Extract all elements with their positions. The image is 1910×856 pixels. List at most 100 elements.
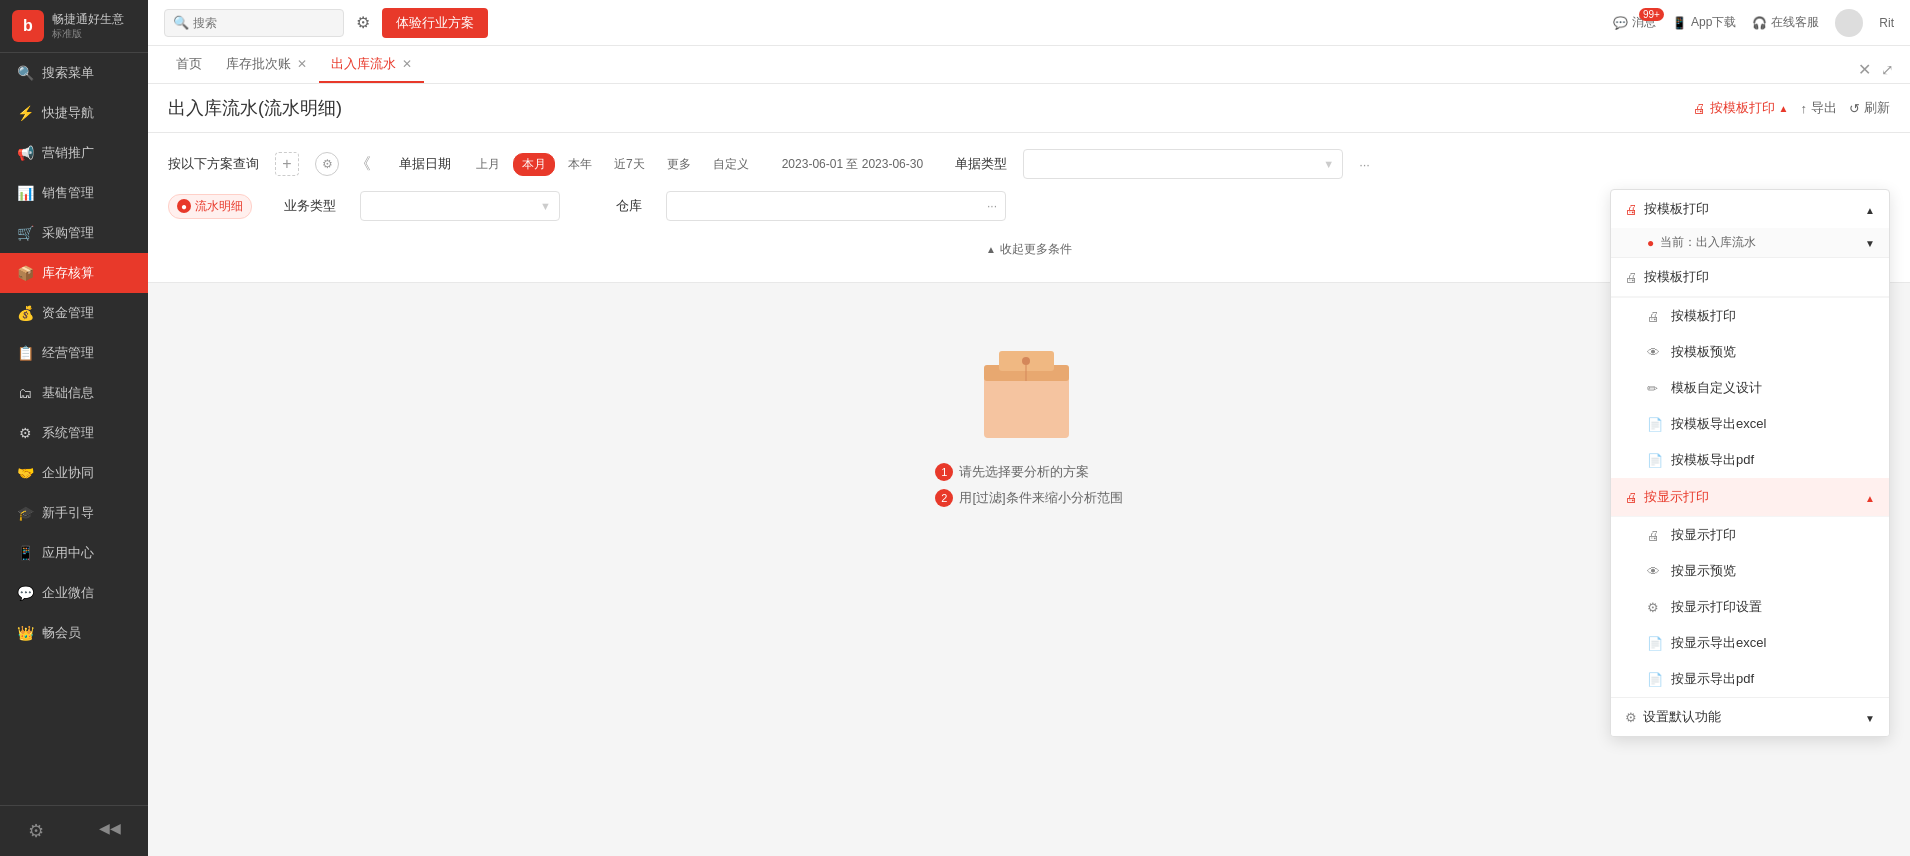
sidebar-item-sales[interactable]: 📊 销售管理: [0, 173, 148, 213]
warehouse-select[interactable]: ···: [666, 191, 1006, 221]
item-print-icon: 🖨: [1647, 309, 1663, 324]
refresh-icon: ↺: [1849, 101, 1860, 116]
message-btn[interactable]: 💬 消息 99+: [1613, 14, 1656, 31]
sidebar-item-system[interactable]: ⚙ 系统管理: [0, 413, 148, 453]
biz-type-chevron: ▼: [540, 200, 551, 212]
template-section-header[interactable]: 🖨 按模板打印: [1611, 258, 1889, 297]
tab-bar: 首页 库存批次账 ✕ 出入库流水 ✕ ✕ ⤢: [148, 46, 1910, 84]
default-section-header[interactable]: ⚙ 设置默认功能: [1611, 697, 1889, 736]
topbar-right: 💬 消息 99+ 📱 App下载 🎧 在线客服 Rit: [1613, 9, 1894, 37]
dropdown-item-template-excel[interactable]: 📄 按模板导出excel: [1611, 406, 1889, 442]
gear-icon: ⚙: [16, 425, 34, 441]
date-btn-last-month[interactable]: 上月: [467, 153, 509, 176]
page-title: 出入库流水(流水明细): [168, 96, 342, 120]
dropdown-item-display-excel[interactable]: 📄 按显示导出excel: [1611, 625, 1889, 661]
doc-type-chevron: ▼: [1323, 158, 1334, 170]
page-actions: 🖨 按模板打印 ▲ ↑ 导出 ↺ 刷新: [1693, 99, 1890, 117]
app-download-btn[interactable]: 📱 App下载: [1672, 14, 1736, 31]
item-edit-icon: ✏: [1647, 381, 1663, 396]
item-pdf-icon: 📄: [1647, 453, 1663, 468]
sidebar-item-appstore[interactable]: 📱 应用中心: [0, 533, 148, 573]
export-icon: ↑: [1801, 101, 1808, 116]
filter-tag-flow[interactable]: ● 流水明细: [168, 194, 252, 219]
dropdown-item-template-customize[interactable]: ✏ 模板自定义设计: [1611, 370, 1889, 406]
sidebar-item-guide[interactable]: 🎓 新手引导: [0, 493, 148, 533]
dropdown-item-template-print[interactable]: 🖨 按模板打印: [1611, 298, 1889, 334]
industry-btn[interactable]: 体验行业方案: [382, 8, 488, 38]
filter-setting-btn[interactable]: ⚙: [315, 152, 339, 176]
sidebar-logo: b 畅捷通好生意 标准版: [0, 0, 148, 53]
tab-inventory-batch[interactable]: 库存批次账 ✕: [214, 47, 319, 83]
dropdown-item-template-preview[interactable]: 👁 按模板预览: [1611, 334, 1889, 370]
guide-icon: 🎓: [16, 505, 34, 521]
sidebar-nav: 🔍 搜索菜单 ⚡ 快捷导航 📢 营销推广 📊 销售管理 🛒 采购管理 📦 库存核…: [0, 53, 148, 805]
sidebar-item-collab[interactable]: 🤝 企业协同: [0, 453, 148, 493]
date-btn-7days[interactable]: 近7天: [605, 153, 654, 176]
sidebar-item-marketing[interactable]: 📢 营销推广: [0, 133, 148, 173]
sidebar-item-search[interactable]: 🔍 搜索菜单: [0, 53, 148, 93]
search-input[interactable]: [193, 16, 313, 30]
empty-icon: [969, 343, 1089, 443]
filter-label: 按以下方案查询: [168, 155, 259, 173]
current-indicator-icon: ●: [1647, 236, 1654, 250]
dropdown-item-display-preview[interactable]: 👁 按显示预览: [1611, 553, 1889, 589]
crown-icon: 👑: [16, 625, 34, 641]
tab-close-all-icon[interactable]: ✕: [1858, 60, 1871, 79]
sidebar-item-quicknav[interactable]: ⚡ 快捷导航: [0, 93, 148, 133]
dropdown-current-label: ● 当前：出入库流水: [1611, 228, 1889, 258]
wechat-icon: 💬: [16, 585, 34, 601]
lightning-icon: ⚡: [16, 105, 34, 121]
dropdown-item-display-print[interactable]: 🖨 按显示打印: [1611, 517, 1889, 553]
display-section-header[interactable]: 🖨 按显示打印: [1611, 478, 1889, 516]
username: Rit: [1879, 16, 1894, 30]
doc-type-more-btn[interactable]: ···: [1359, 157, 1370, 172]
dropdown-chevron-up: [1865, 202, 1875, 217]
dropdown-section-template: 🖨 按模板打印 🖨 按模板打印 👁 按模板预览 ✏ 模板自: [1611, 258, 1889, 478]
tab-inout-flow-close[interactable]: ✕: [402, 57, 412, 71]
topbar-gear-icon[interactable]: ⚙: [356, 13, 370, 32]
tab-home[interactable]: 首页: [164, 47, 214, 83]
svg-point-3: [1022, 357, 1030, 365]
dropdown-item-template-pdf[interactable]: 📄 按模板导出pdf: [1611, 442, 1889, 478]
settings-button[interactable]: ⚙: [20, 816, 52, 846]
topbar: 🔍 ⚙ 体验行业方案 💬 消息 99+ 📱 App下载 🎧 在线客服 Rit: [148, 0, 1910, 46]
item-display-excel-icon: 📄: [1647, 636, 1663, 651]
tab-maximize-icon[interactable]: ⤢: [1881, 61, 1894, 79]
sidebar-item-basic[interactable]: 🗂 基础信息: [0, 373, 148, 413]
export-btn[interactable]: ↑ 导出: [1801, 99, 1838, 117]
headset-icon: 🎧: [1752, 16, 1767, 30]
main-area: 🔍 ⚙ 体验行业方案 💬 消息 99+ 📱 App下载 🎧 在线客服 Rit: [148, 0, 1910, 856]
sidebar-item-inventory[interactable]: 📦 库存核算: [0, 253, 148, 293]
dropdown-item-display-pdf[interactable]: 📄 按显示导出pdf: [1611, 661, 1889, 697]
sidebar-item-finance[interactable]: 💰 资金管理: [0, 293, 148, 333]
sidebar-item-operations[interactable]: 📋 经营管理: [0, 333, 148, 373]
collapse-sidebar-button[interactable]: ◀◀: [91, 816, 129, 846]
logo-text: 畅捷通好生意 标准版: [52, 12, 124, 41]
dropdown-item-display-settings[interactable]: ⚙ 按显示打印设置: [1611, 589, 1889, 625]
sidebar-item-member[interactable]: 👑 畅会员: [0, 613, 148, 653]
search-box[interactable]: 🔍: [164, 9, 344, 37]
filter-add-btn[interactable]: +: [275, 152, 299, 176]
date-label: 单据日期: [399, 155, 451, 173]
chevron-up-icon: ▲: [1779, 103, 1789, 114]
date-btn-this-month[interactable]: 本月: [513, 153, 555, 176]
tab-inout-flow[interactable]: 出入库流水 ✕: [319, 47, 424, 83]
template-print-btn[interactable]: 🖨 按模板打印 ▲: [1693, 99, 1789, 117]
date-btn-custom[interactable]: 自定义: [704, 153, 758, 176]
online-service-btn[interactable]: 🎧 在线客服: [1752, 14, 1819, 31]
folder-icon: 🗂: [16, 385, 34, 401]
empty-step-1: 1 请先选择要分析的方案: [935, 463, 1122, 481]
warehouse-more-btn[interactable]: ···: [987, 199, 997, 213]
biz-type-select[interactable]: ▼: [360, 191, 560, 221]
tab-inventory-batch-close[interactable]: ✕: [297, 57, 307, 71]
doc-type-select[interactable]: ▼: [1023, 149, 1343, 179]
sidebar-item-wechat[interactable]: 💬 企业微信: [0, 573, 148, 613]
filter-collapse-arrow[interactable]: 《: [355, 154, 371, 175]
cart-icon: 🛒: [16, 225, 34, 241]
dropdown-section-display: 🖨 按显示打印 🖨 按显示打印 👁 按显示预览 ⚙: [1611, 478, 1889, 697]
item-display-print-icon: 🖨: [1647, 528, 1663, 543]
refresh-btn[interactable]: ↺ 刷新: [1849, 99, 1890, 117]
date-btn-this-year[interactable]: 本年: [559, 153, 601, 176]
date-btn-more[interactable]: 更多: [658, 153, 700, 176]
sidebar-item-purchase[interactable]: 🛒 采购管理: [0, 213, 148, 253]
